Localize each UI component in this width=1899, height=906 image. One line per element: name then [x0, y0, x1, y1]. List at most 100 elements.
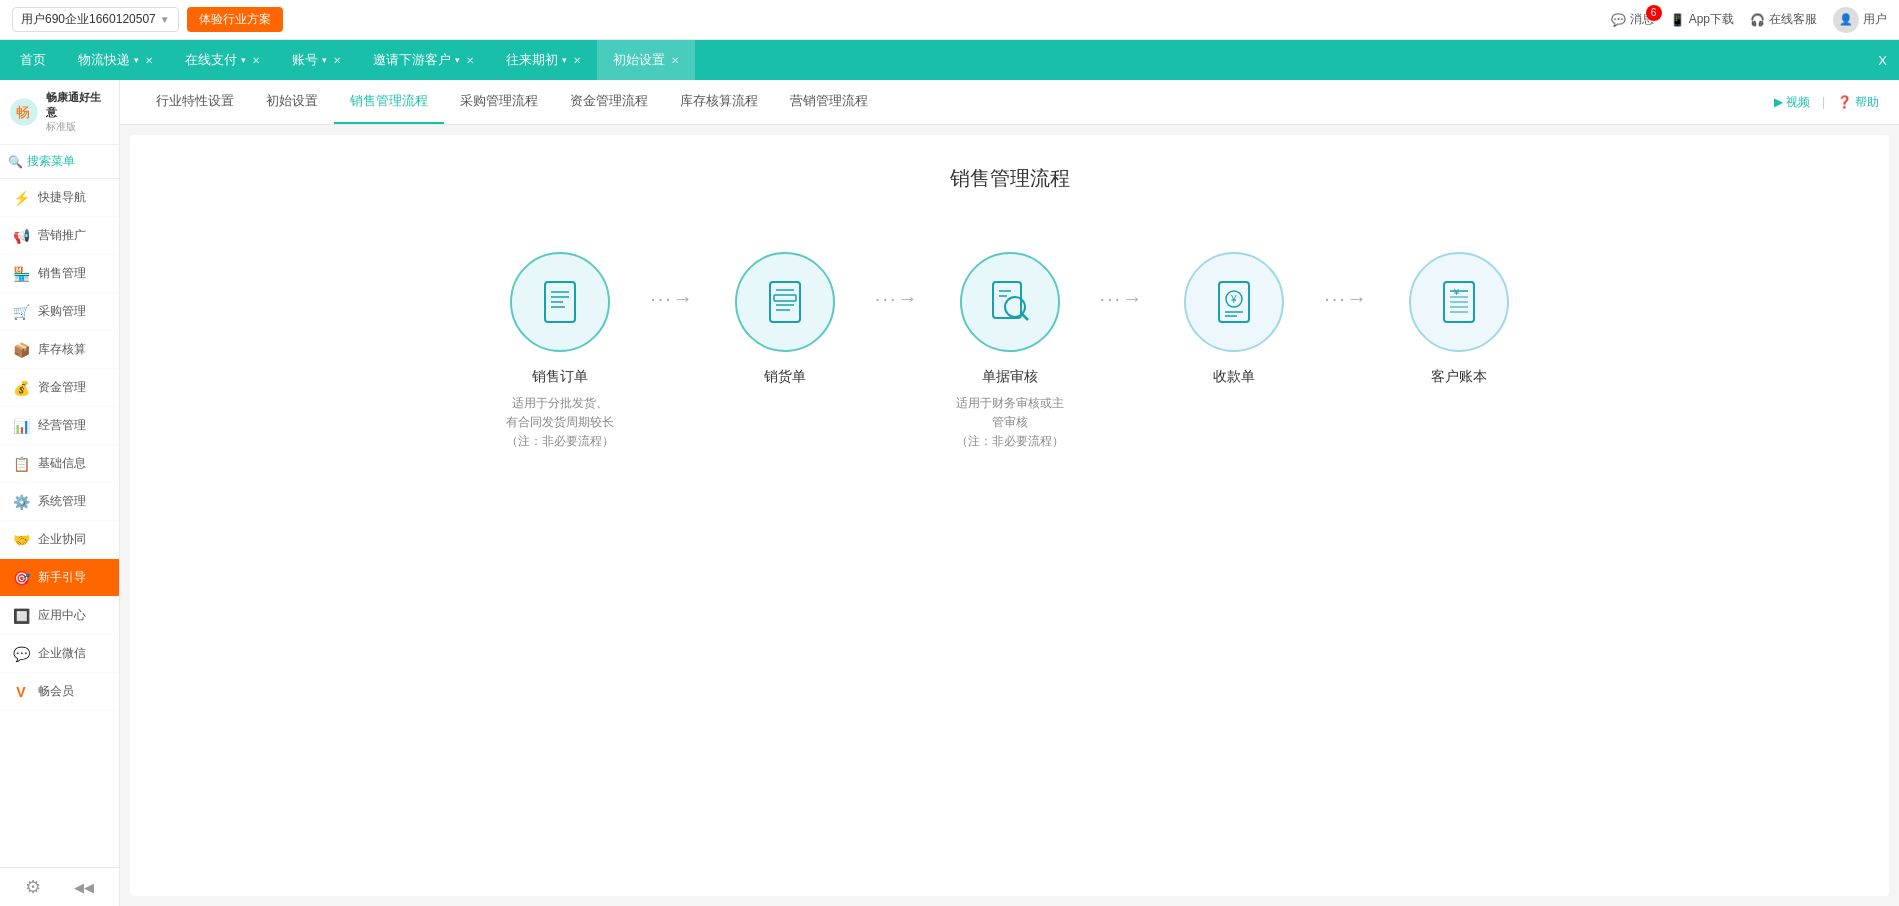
flow-circle-customer-account[interactable]: ¥ — [1409, 252, 1509, 352]
phone-icon: 📱 — [1670, 13, 1685, 27]
sidebar-item-purchase[interactable]: 🛒 采购管理 — [0, 293, 119, 331]
nav-tab-payment[interactable]: 在线支付 ▾ ✕ — [169, 40, 276, 80]
video-link[interactable]: ▶ 视频 — [1774, 94, 1810, 111]
sub-tab-marketing-flow[interactable]: 营销管理流程 — [774, 80, 884, 124]
headset-icon: 🎧 — [1750, 13, 1765, 27]
svg-text:¥: ¥ — [1230, 294, 1237, 305]
sidebar-item-finance[interactable]: 💰 资金管理 — [0, 369, 119, 407]
flow-circle-sales-invoice[interactable] — [735, 252, 835, 352]
svg-rect-7 — [770, 282, 800, 322]
svg-line-14 — [1022, 314, 1028, 320]
settings-icon[interactable]: ⚙ — [25, 876, 41, 898]
flow-label-receipt: 收款单 — [1213, 368, 1255, 386]
sidebar-item-system[interactable]: ⚙️ 系统管理 — [0, 483, 119, 521]
sub-tabs: 行业特性设置 初始设置 销售管理流程 采购管理流程 资金管理流程 库存核算流程 … — [120, 80, 1899, 125]
flow-arrow-2: ···→ — [875, 252, 920, 310]
sidebar-item-newbie[interactable]: 🎯 新手引导 — [0, 559, 119, 597]
help-link[interactable]: ❓ 帮助 — [1837, 94, 1879, 111]
grid-icon: 🔲 — [12, 608, 30, 624]
collapse-icon[interactable]: ◀◀ — [74, 880, 94, 895]
sidebar-bottom: ⚙ ◀◀ — [0, 867, 119, 906]
flow-item-sales-order: 销售订单 适用于分批发货、 有合同发货周期较长 （注：非必要流程） — [470, 252, 650, 452]
close-icon[interactable]: ✕ — [466, 55, 474, 66]
sidebar-item-quick-nav[interactable]: ⚡ 快捷导航 — [0, 179, 119, 217]
flow-label-audit: 单据审核 — [982, 368, 1038, 386]
nav-tab-logistics[interactable]: 物流快递 ▾ ✕ — [62, 40, 169, 80]
close-all-tabs[interactable]: X — [1878, 53, 1887, 68]
sidebar-item-enterprise-wechat[interactable]: 💬 企业微信 — [0, 635, 119, 673]
sub-tab-industry[interactable]: 行业特性设置 — [140, 80, 250, 124]
sidebar-item-sales[interactable]: 🏪 销售管理 — [0, 255, 119, 293]
flow-item-sales-invoice: 销货单 — [695, 252, 875, 394]
flow-item-customer-account: ¥ 客户账本 — [1369, 252, 1549, 394]
service-label: 在线客服 — [1769, 11, 1817, 28]
close-icon[interactable]: ✕ — [671, 55, 679, 66]
svg-rect-9 — [774, 295, 796, 301]
sidebar-logo: 畅 畅康通好生意 标准版 — [0, 80, 119, 145]
service-item[interactable]: 🎧 在线客服 — [1750, 11, 1817, 28]
chevron-down-icon: ▾ — [562, 55, 567, 65]
target-icon: 🎯 — [12, 570, 30, 586]
flow-circle-sales-order[interactable] — [510, 252, 610, 352]
trial-button[interactable]: 体验行业方案 — [187, 7, 283, 32]
sidebar-item-inventory[interactable]: 📦 库存核算 — [0, 331, 119, 369]
sub-tab-inventory-flow[interactable]: 库存核算流程 — [664, 80, 774, 124]
sidebar-item-membership[interactable]: V 畅会员 — [0, 673, 119, 711]
message-icon-item[interactable]: 💬 消息 6 — [1611, 11, 1654, 28]
gear-icon: ⚙️ — [12, 494, 30, 510]
chevron-down-icon: ▾ — [134, 55, 139, 65]
app-download-item[interactable]: 📱 App下载 — [1670, 11, 1734, 28]
sub-tab-sales-flow[interactable]: 销售管理流程 — [334, 80, 444, 124]
flow-arrow-1: ···→ — [650, 252, 695, 310]
nav-tab-account[interactable]: 账号 ▾ ✕ — [276, 40, 357, 80]
sub-tab-init[interactable]: 初始设置 — [250, 80, 334, 124]
main-layout: 畅 畅康通好生意 标准版 🔍 搜索菜单 ⚡ 快捷导航 📢 营销推广 🏪 销售管理… — [0, 80, 1899, 906]
money-icon: 💰 — [12, 380, 30, 396]
user-selector[interactable]: 用户690企业1660120507 ▼ — [12, 7, 179, 32]
close-icon[interactable]: ✕ — [573, 55, 581, 66]
top-bar: 用户690企业1660120507 ▼ 体验行业方案 💬 消息 6 📱 App下… — [0, 0, 1899, 40]
user-selector-text: 用户690企业1660120507 — [21, 11, 156, 28]
sub-tab-finance-flow[interactable]: 资金管理流程 — [554, 80, 664, 124]
sidebar-item-operations[interactable]: 📊 经营管理 — [0, 407, 119, 445]
nav-tab-period[interactable]: 往来期初 ▾ ✕ — [490, 40, 597, 80]
nav-tab-invite[interactable]: 邀请下游客户 ▾ ✕ — [357, 40, 490, 80]
user-name-label: 用户 — [1863, 11, 1887, 28]
message-icon: 💬 — [1611, 13, 1626, 27]
message-badge: 6 — [1646, 5, 1662, 21]
top-bar-left: 用户690企业1660120507 ▼ 体验行业方案 — [12, 7, 283, 32]
flow-item-audit: 单据审核 适用于财务审核或主 管审核 （注：非必要流程） — [920, 252, 1100, 452]
chevron-down-icon: ▾ — [455, 55, 460, 65]
chat-icon: 💬 — [12, 646, 30, 662]
flow-circle-audit[interactable] — [960, 252, 1060, 352]
sub-tab-purchase-flow[interactable]: 采购管理流程 — [444, 80, 554, 124]
sub-tab-actions: ▶ 视频 | ❓ 帮助 — [1774, 94, 1879, 111]
help-icon: ❓ — [1837, 95, 1852, 109]
sidebar-item-marketing[interactable]: 📢 营销推广 — [0, 217, 119, 255]
sidebar-item-app-center[interactable]: 🔲 应用中心 — [0, 597, 119, 635]
chevron-down-icon: ▾ — [241, 55, 246, 65]
flow-arrow-3: ···→ — [1100, 252, 1145, 310]
sidebar-item-enterprise-collab[interactable]: 🤝 企业协同 — [0, 521, 119, 559]
megaphone-icon: 📢 — [12, 228, 30, 244]
sidebar-item-basic-info[interactable]: 📋 基础信息 — [0, 445, 119, 483]
top-bar-right: 💬 消息 6 📱 App下载 🎧 在线客服 👤 用户 — [1611, 7, 1887, 33]
flow-label-sales-order: 销售订单 — [532, 368, 588, 386]
flow-label-customer-account: 客户账本 — [1431, 368, 1487, 386]
nav-tab-init[interactable]: 初始设置 ✕ — [597, 40, 695, 80]
sidebar-search[interactable]: 🔍 搜索菜单 — [0, 145, 119, 179]
close-icon[interactable]: ✕ — [252, 55, 260, 66]
app-label: App下载 — [1689, 11, 1734, 28]
handshake-icon: 🤝 — [12, 532, 30, 548]
svg-text:¥: ¥ — [1453, 287, 1460, 297]
close-icon[interactable]: ✕ — [145, 55, 153, 66]
user-avatar-item[interactable]: 👤 用户 — [1833, 7, 1887, 33]
box-icon: 📦 — [12, 342, 30, 358]
cart-icon: 🛒 — [12, 304, 30, 320]
flow-diagram: 销售订单 适用于分批发货、 有合同发货周期较长 （注：非必要流程） ···→ — [150, 252, 1869, 452]
nav-tab-home[interactable]: 首页 — [4, 40, 62, 80]
vip-icon: V — [12, 684, 30, 700]
flow-circle-receipt[interactable]: ¥ — [1184, 252, 1284, 352]
close-icon[interactable]: ✕ — [333, 55, 341, 66]
sidebar: 畅 畅康通好生意 标准版 🔍 搜索菜单 ⚡ 快捷导航 📢 营销推广 🏪 销售管理… — [0, 80, 120, 906]
